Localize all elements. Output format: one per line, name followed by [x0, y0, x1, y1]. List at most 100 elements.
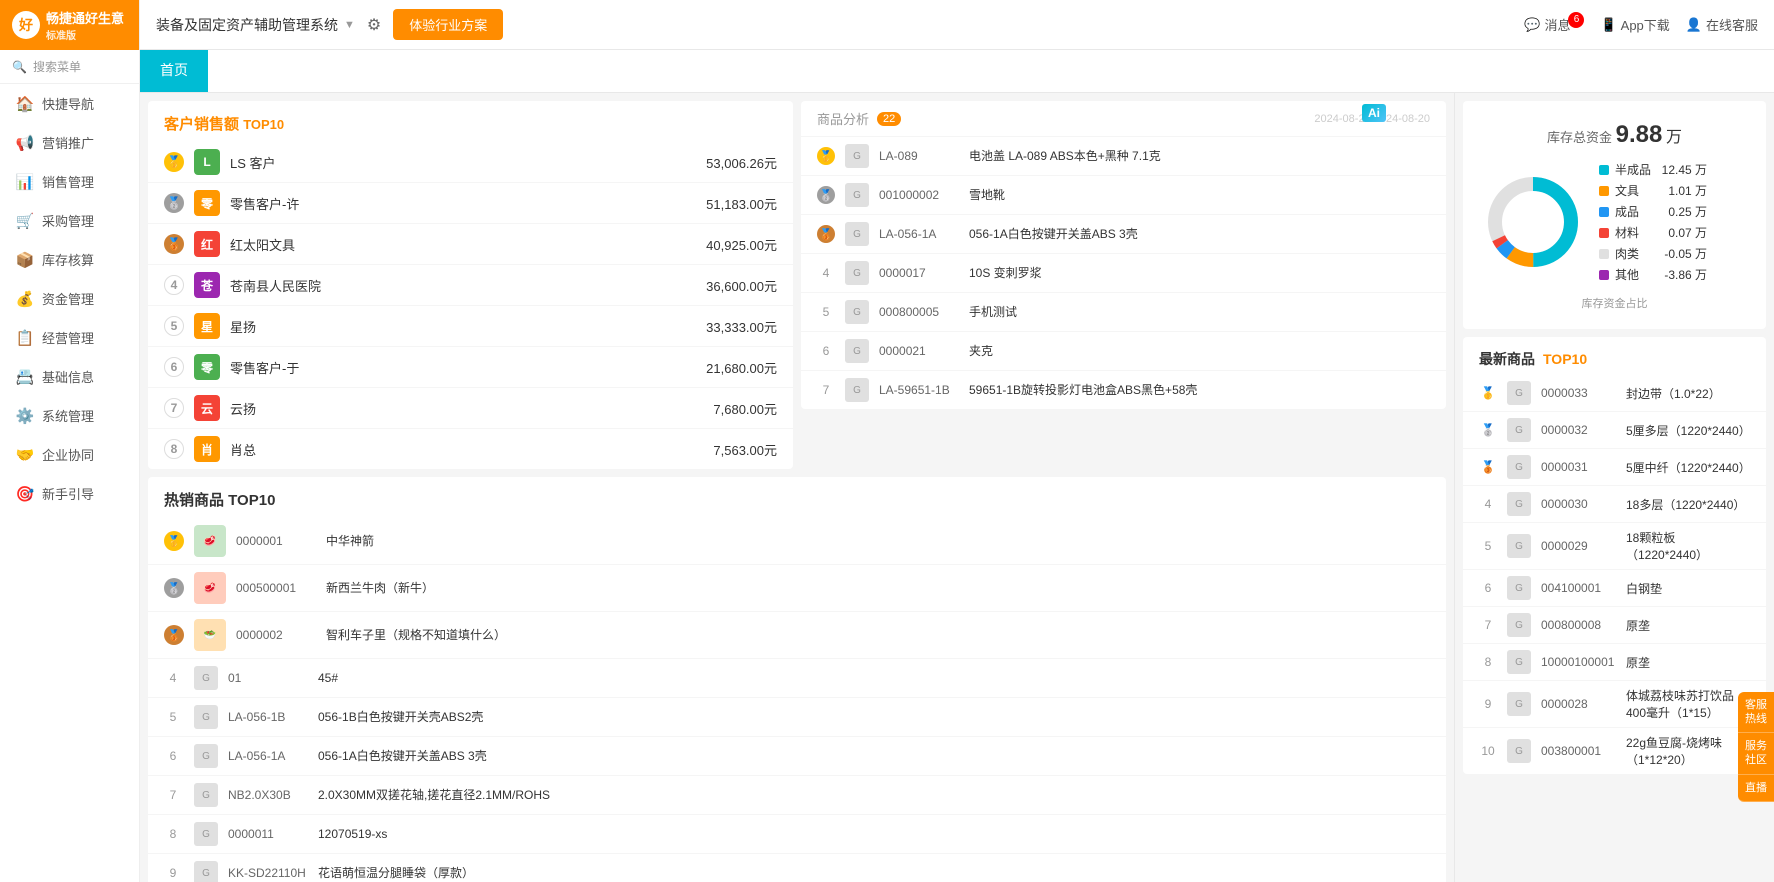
trial-button[interactable]: 体验行业方案: [393, 9, 503, 40]
dropdown-arrow-icon[interactable]: ▼: [344, 19, 355, 31]
page-body: 客户销售额 TOP10 🥇 L LS 客户 53,006.26元 🥈 零 零售客…: [140, 93, 1774, 882]
customer-service-button[interactable]: 客服热线: [1738, 692, 1774, 734]
list-item: 🥇 🥩 0000001 中华神箭: [148, 518, 1446, 565]
product-code: 0000029: [1541, 539, 1616, 553]
list-item: 5 G LA-056-1B 056-1B白色按键开关壳ABS2壳: [148, 698, 1446, 737]
main-content: 客户销售额 TOP10 🥇 L LS 客户 53,006.26元 🥈 零 零售客…: [140, 93, 1454, 882]
legend-dot: [1599, 270, 1609, 280]
product-code: KK-SD22110H: [228, 866, 308, 880]
avatar: 云: [194, 395, 220, 421]
product-icon: G: [194, 783, 218, 807]
system-name-text: 装备及固定资产辅助管理系统: [156, 15, 338, 35]
tab-home[interactable]: 首页: [140, 50, 208, 92]
product-name: 45#: [318, 670, 1430, 687]
product-code: 0000021: [879, 344, 959, 358]
tab-home-label: 首页: [160, 62, 188, 78]
product-name: 22g鱼豆腐-烧烤味（1*12*20）: [1626, 734, 1750, 768]
table-row: 5 G 000800005 手机测试: [801, 293, 1446, 332]
rank-badge-3: 🥉: [164, 234, 184, 254]
sidebar-item-sales[interactable]: 📊 销售管理: [0, 162, 139, 201]
table-row: 🥇 L LS 客户 53,006.26元: [148, 142, 793, 183]
service-label: 在线客服: [1706, 15, 1758, 34]
sidebar-item-marketing[interactable]: 📢 营销推广: [0, 123, 139, 162]
sidebar-item-operations[interactable]: 📋 经营管理: [0, 318, 139, 357]
customer-name: 苍南县人民医院: [230, 276, 696, 295]
message-item[interactable]: 💬 消息 6: [1524, 15, 1584, 34]
system-icon: ⚙️: [16, 407, 34, 425]
sidebar-item-guide[interactable]: 🎯 新手引导: [0, 474, 139, 513]
product-code: 0000033: [1541, 386, 1616, 400]
rank-badge: 🥉: [1479, 460, 1497, 474]
rank-num-5: 5: [164, 316, 184, 336]
customer-name: 肖总: [230, 440, 703, 459]
product-code: 000500001: [236, 581, 316, 595]
product-code: 0000032: [1541, 423, 1616, 437]
list-item: 5 G 0000029 18颗粒板（1220*2440）: [1463, 523, 1766, 570]
sidebar-item-purchase[interactable]: 🛒 采购管理: [0, 201, 139, 240]
avatar: 红: [194, 231, 220, 257]
product-name: 5厘中纤（1220*2440）: [1626, 459, 1750, 476]
sidebar-item-inventory[interactable]: 📦 库存核算: [0, 240, 139, 279]
search-menu[interactable]: 🔍 搜索菜单: [0, 50, 139, 84]
list-item: 6 G 004100001 白钢垫: [1463, 570, 1766, 607]
product-code: 0000017: [879, 266, 959, 280]
settings-gear-icon[interactable]: ⚙: [367, 15, 381, 35]
sidebar-item-quick-nav[interactable]: 🏠 快捷导航: [0, 84, 139, 123]
sidebar-item-system[interactable]: ⚙️ 系统管理: [0, 396, 139, 435]
livestream-button[interactable]: 直播: [1738, 775, 1774, 802]
rank-badge: 🥇: [817, 147, 835, 165]
product-icon: G: [1507, 455, 1531, 479]
product-icon: G: [1507, 739, 1531, 763]
sidebar-item-collab[interactable]: 🤝 企业协同: [0, 435, 139, 474]
logo-title: 畅捷通好生意: [46, 8, 124, 27]
product-name: 封边带（1.0*22）: [1626, 385, 1750, 402]
product-name: 手机测试: [969, 304, 1430, 321]
product-name: 新西兰牛肉（新牛）: [326, 580, 1430, 597]
float-service-panel: 客服热线 服务社区 直播: [1738, 692, 1774, 802]
rank-num: 7: [164, 788, 182, 802]
message-label: 消息: [1544, 15, 1570, 34]
message-badge: 6: [1568, 12, 1584, 28]
rank-num-7: 7: [164, 398, 184, 418]
table-row: 🥉 红 红太阳文具 40,925.00元: [148, 224, 793, 265]
product-code: LA-056-1A: [879, 227, 959, 241]
product-image: 🥗: [194, 619, 226, 651]
list-item: 6 G LA-056-1A 056-1A白色按键开关盖ABS 3壳: [148, 737, 1446, 776]
product-name: 原垄: [1626, 654, 1750, 671]
service-community-button[interactable]: 服务社区: [1738, 733, 1774, 775]
collab-icon: 🤝: [16, 446, 34, 464]
product-code: 10000100001: [1541, 655, 1616, 669]
sidebar-item-label: 销售管理: [42, 172, 94, 191]
product-code: NB2.0X30B: [228, 788, 308, 802]
product-name: 056-1B白色按键开关壳ABS2壳: [318, 709, 1430, 726]
list-item: 8 G 10000100001 原垄: [1463, 644, 1766, 681]
rank-badge: 🥈: [164, 578, 184, 598]
list-item: 4 G 01 45#: [148, 659, 1446, 698]
main-area: 装备及固定资产辅助管理系统 ▼ ⚙ 体验行业方案 💬 消息 6 📱 App下载 …: [140, 0, 1774, 882]
sidebar-item-basic-info[interactable]: 📇 基础信息: [0, 357, 139, 396]
newest-products-card: 最新商品 TOP10 🥇 G 0000033 封边带（1.0*22） 🥈 G 0…: [1463, 337, 1766, 774]
message-icon: 💬: [1524, 17, 1540, 33]
rank-badge: 🥇: [1479, 386, 1497, 400]
product-name: 10S 变刺罗浆: [969, 265, 1430, 282]
customer-amount: 40,925.00元: [706, 235, 777, 254]
product-icon: G: [194, 822, 218, 846]
avatar: L: [194, 149, 220, 175]
sidebar-item-label: 新手引导: [42, 484, 94, 503]
ops-icon: 📋: [16, 329, 34, 347]
product-icon: G: [845, 144, 869, 168]
product-code: 001000002: [879, 188, 959, 202]
legend-dot: [1599, 165, 1609, 175]
customer-amount: 51,183.00元: [706, 194, 777, 213]
rank-badge: 🥇: [164, 531, 184, 551]
table-row: 7 G LA-59651-1B 59651-1B旋转投影灯电池盒ABS黑色+58…: [801, 371, 1446, 409]
online-service-item[interactable]: 👤 在线客服: [1686, 15, 1758, 34]
sidebar-item-finance[interactable]: 💰 资金管理: [0, 279, 139, 318]
product-name: 056-1A白色按键开关盖ABS 3壳: [318, 748, 1430, 765]
logo-text-block: 畅捷通好生意 标准版: [46, 8, 124, 42]
rank-num: 6: [1479, 581, 1497, 595]
inventory-amount: 9.88: [1616, 121, 1663, 148]
app-download-item[interactable]: 📱 App下载: [1600, 15, 1669, 34]
guide-icon: 🎯: [16, 485, 34, 503]
rank-badge: 🥉: [817, 225, 835, 243]
